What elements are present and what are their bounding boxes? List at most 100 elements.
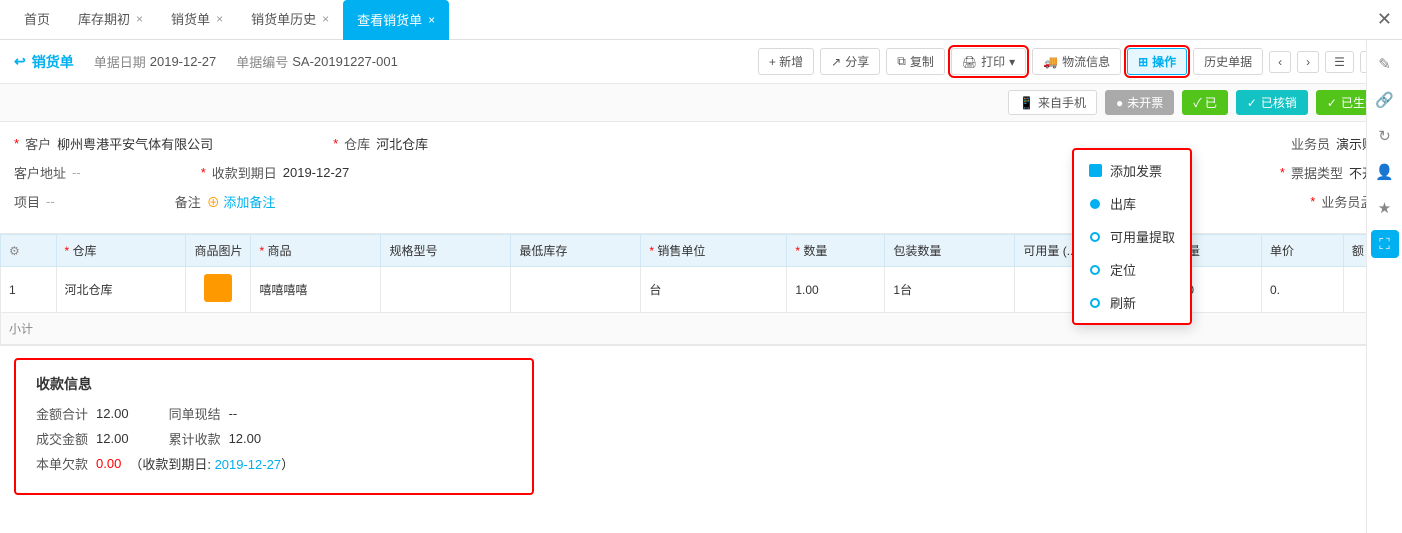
sidebar-star-icon[interactable]: ★ <box>1371 194 1399 222</box>
close-sales-order[interactable]: × <box>216 12 223 26</box>
row-product: 嘻嘻嘻嘻 <box>251 267 381 313</box>
available-qty-item[interactable]: 可用量提取 <box>1074 220 1190 253</box>
doc-header: ↩ 销货单 单据日期 2019-12-27 单据编号 SA-20191227-0… <box>0 40 1402 84</box>
tab-view-sales[interactable]: 查看销货单 × <box>343 0 449 40</box>
print-icon: 🖨 <box>962 55 977 69</box>
warehouse-field: * 仓库 河北仓库 <box>333 134 428 153</box>
doc-meta: 单据日期 2019-12-27 单据编号 SA-20191227-001 <box>94 52 398 71</box>
row-spec <box>381 267 511 313</box>
owe-field: 本单欠款 0.00 （收款到期日: 2019-12-27） <box>36 454 294 473</box>
outbound-item[interactable]: 出库 <box>1074 187 1190 220</box>
sales-order-icon: ↩ <box>14 53 26 70</box>
row-unit: 台 <box>641 267 787 313</box>
verified-icon: ✓ <box>1247 96 1257 110</box>
due-date-field: * 收款到期日 2019-12-27 <box>201 163 350 182</box>
col-settings[interactable]: ⚙ <box>1 235 57 267</box>
add-invoice-icon <box>1088 164 1102 178</box>
customer-field: * 客户 柳州粤港平安气体有限公司 <box>14 134 213 153</box>
effective-icon: ✓ <box>1327 96 1337 110</box>
col-min-stock: 最低库存 <box>511 235 641 267</box>
locate-icon <box>1088 263 1102 277</box>
col-qty: * 数量 <box>787 235 885 267</box>
row-pack-qty: 1台 <box>885 267 1015 313</box>
address-field: 客户地址 -- <box>14 163 81 182</box>
payment-row-1: 金额合计 12.00 同单现结 -- <box>36 404 512 423</box>
payment-title: 收款信息 <box>36 374 512 394</box>
add-invoice-item[interactable]: 添加发票 <box>1074 154 1190 187</box>
row-min-stock <box>511 267 641 313</box>
tab-bar-close-btn[interactable]: ✕ <box>1377 9 1392 30</box>
from-phone-btn[interactable]: 📱 来自手机 <box>1008 90 1097 115</box>
col-unit-price: 单价 <box>1261 235 1343 267</box>
refresh-item[interactable]: 刷新 <box>1074 286 1190 319</box>
sidebar-link-icon[interactable]: 🔗 <box>1371 86 1399 114</box>
sidebar-expand-icon[interactable]: ⛶ <box>1371 230 1399 258</box>
col-pack-qty: 包装数量 <box>885 235 1015 267</box>
row-no: 1 <box>1 267 57 313</box>
same-order-field: 同单现结 -- <box>169 404 238 423</box>
add-remark-link[interactable]: ⊕ 添加备注 <box>207 192 276 211</box>
doc-date: 单据日期 2019-12-27 <box>94 52 217 71</box>
product-thumbnail <box>204 274 232 302</box>
outbound-icon <box>1088 197 1102 211</box>
toolbar-secondary: 📱 来自手机 ● 未开票 ✓ 已 ✓ 已核销 ✓ 已生效 <box>0 84 1402 122</box>
logistics-button[interactable]: 🚚 物流信息 <box>1032 48 1121 75</box>
prev-record-btn[interactable]: ‹ <box>1269 51 1291 73</box>
row-unit-price: 0. <box>1261 267 1343 313</box>
doc-title: ↩ 销货单 <box>14 52 74 72</box>
verified-btn[interactable]: ✓ 已核销 <box>1236 90 1308 115</box>
locate-item[interactable]: 定位 <box>1074 253 1190 286</box>
logistics-icon: 🚚 <box>1043 55 1058 69</box>
print-dropdown-arrow: ▾ <box>1009 55 1015 69</box>
tab-bar: 首页 库存期初 × 销货单 × 销货单历史 × 查看销货单 × ✕ <box>0 0 1402 40</box>
col-unit: * 销售单位 <box>641 235 787 267</box>
tab-home[interactable]: 首页 <box>10 0 64 40</box>
row-img <box>186 267 251 313</box>
remark-field: 备注 ⊕ 添加备注 <box>175 192 276 211</box>
sidebar-refresh-icon[interactable]: ↻ <box>1371 122 1399 150</box>
print-button[interactable]: 🖨 打印 ▾ <box>951 48 1026 75</box>
doc-actions: + 新增 ↗ 分享 ⧉ 复制 🖨 打印 ▾ 🚚 物流信息 ⊞ 操作 <box>758 48 1388 75</box>
checkmark-btn[interactable]: ✓ 已 <box>1182 90 1228 115</box>
next-record-btn[interactable]: › <box>1297 51 1319 73</box>
doc-number: 单据编号 SA-20191227-001 <box>236 52 398 71</box>
operate-icon: ⊞ <box>1138 55 1148 69</box>
operate-button[interactable]: ⊞ 操作 <box>1127 48 1187 75</box>
not-open-btn[interactable]: ● 未开票 <box>1105 90 1174 115</box>
trade-amount-field: 成交金额 12.00 <box>36 429 129 448</box>
close-inventory-init[interactable]: × <box>136 12 143 26</box>
payment-row-3: 本单欠款 0.00 （收款到期日: 2019-12-27） <box>36 454 512 473</box>
settings-icon[interactable]: ⚙ <box>9 244 20 258</box>
cumulative-field: 累计收款 12.00 <box>169 429 262 448</box>
list-view-btn[interactable]: ☰ <box>1325 51 1354 73</box>
right-sidebar: ✎ 🔗 ↻ 👤 ★ ⛶ <box>1366 40 1402 533</box>
total-amount-field: 金额合计 12.00 <box>36 404 129 423</box>
sidebar-user-icon[interactable]: 👤 <box>1371 158 1399 186</box>
share-icon: ↗ <box>831 55 841 69</box>
tab-sales-history[interactable]: 销货单历史 × <box>237 0 343 40</box>
copy-button[interactable]: ⧉ 复制 <box>886 48 945 75</box>
tab-inventory-init[interactable]: 库存期初 × <box>64 0 157 40</box>
new-button[interactable]: + 新增 <box>758 48 814 75</box>
row-qty: 1.00 <box>787 267 885 313</box>
refresh-icon <box>1088 296 1102 310</box>
available-qty-icon <box>1088 230 1102 244</box>
phone-icon: 📱 <box>1019 96 1034 110</box>
close-sales-history[interactable]: × <box>322 12 329 26</box>
tab-sales-order[interactable]: 销货单 × <box>157 0 237 40</box>
row-warehouse: 河北仓库 <box>56 267 186 313</box>
copy-icon: ⧉ <box>897 54 906 69</box>
project-field: 项目 -- <box>14 192 55 211</box>
sidebar-edit-icon[interactable]: ✎ <box>1371 50 1399 78</box>
payment-info-box: 收款信息 金额合计 12.00 同单现结 -- 成交金额 12.00 累计收款 … <box>14 358 534 495</box>
col-product: * 商品 <box>251 235 381 267</box>
history-button[interactable]: 历史单据 <box>1193 48 1263 75</box>
add-remark-icon: ⊕ <box>207 195 220 210</box>
col-img: 商品图片 <box>186 235 251 267</box>
col-warehouse: * 仓库 <box>56 235 186 267</box>
share-button[interactable]: ↗ 分享 <box>820 48 880 75</box>
payment-row-2: 成交金额 12.00 累计收款 12.00 <box>36 429 512 448</box>
close-view-sales[interactable]: × <box>428 13 435 27</box>
main-content: ↩ 销货单 单据日期 2019-12-27 单据编号 SA-20191227-0… <box>0 40 1402 533</box>
col-spec: 规格型号 <box>381 235 511 267</box>
